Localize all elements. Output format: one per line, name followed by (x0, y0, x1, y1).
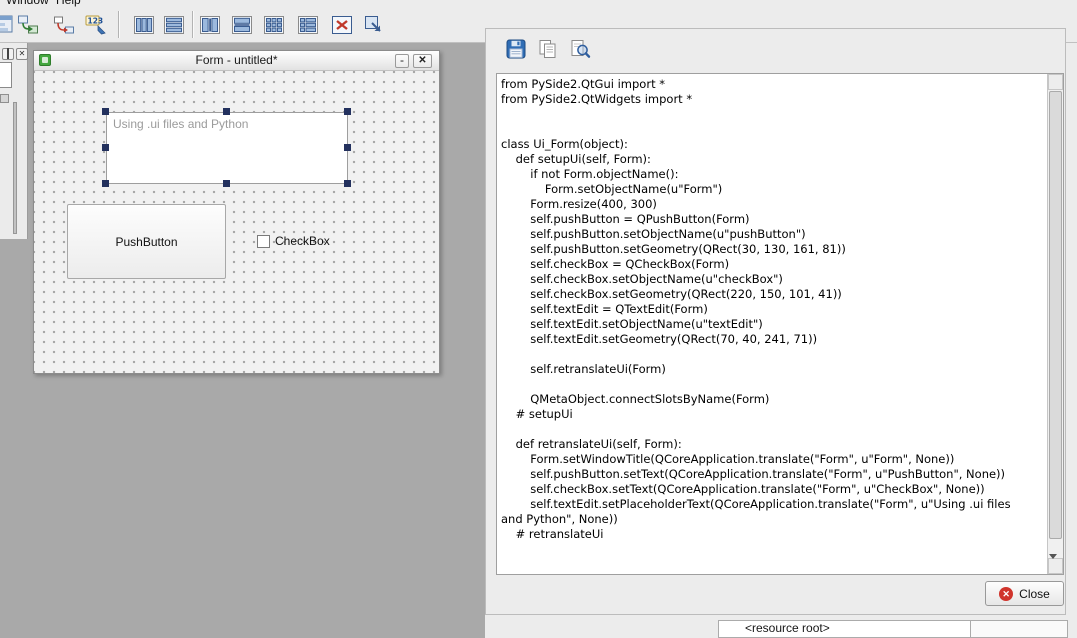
selection-handle-top-middle[interactable] (223, 108, 230, 115)
code-line: self.textEdit.setObjectName(u"textEdit") (501, 317, 1047, 332)
widget-box-panel: ✕ (0, 43, 28, 239)
code-line (501, 347, 1047, 362)
code-line: self.checkBox = QCheckBox(Form) (501, 257, 1047, 272)
splitter-vertical-icon[interactable] (230, 13, 254, 37)
scroll-up-button[interactable] (1048, 74, 1063, 90)
close-button[interactable]: ✕ Close (985, 581, 1064, 606)
selection-handle-top-right[interactable] (344, 108, 351, 115)
widgetbox-scrollbar[interactable] (13, 102, 17, 234)
code-line: self.checkBox.setObjectName(u"checkBox") (501, 272, 1047, 287)
code-line: self.pushButton = QPushButton(Form) (501, 212, 1047, 227)
checkbox-label: CheckBox (275, 234, 330, 248)
form-window-titlebar[interactable]: Form - untitled* - ✕ (34, 51, 439, 71)
minimize-button[interactable]: - (395, 54, 409, 68)
pushbutton-widget[interactable]: PushButton (67, 204, 226, 279)
code-line: from PySide2.QtWidgets import * (501, 92, 1047, 107)
layout-form-icon[interactable] (296, 13, 320, 37)
code-view: from PySide2.QtGui import *from PySide2.… (496, 73, 1064, 575)
qt-designer-screen: Window Help 123 (0, 0, 1077, 638)
code-line: self.textEdit.setPlaceholderText(QCoreAp… (501, 497, 1047, 512)
code-area[interactable]: from PySide2.QtGui import *from PySide2.… (497, 74, 1047, 574)
close-button-label: Close (1019, 587, 1050, 601)
code-scrollbar[interactable] (1047, 74, 1063, 574)
adjust-size-icon[interactable] (362, 13, 386, 37)
code-line (501, 107, 1047, 122)
selection-handle-top-left[interactable] (102, 108, 109, 115)
resource-root-item[interactable]: <resource root> (718, 620, 971, 638)
close-icon: ✕ (999, 587, 1013, 601)
code-line: self.textEdit.setGeometry(QRect(70, 40, … (501, 332, 1047, 347)
form-canvas[interactable]: Using .ui files and Python PushButton Ch… (34, 71, 439, 373)
resource-browser-column[interactable] (971, 620, 1068, 638)
code-line: self.checkBox.setText(QCoreApplication.t… (501, 482, 1047, 497)
code-line: self.pushButton.setObjectName(u"pushButt… (501, 227, 1047, 242)
code-line (501, 377, 1047, 392)
code-line: Form.setWindowTitle(QCoreApplication.tra… (501, 452, 1047, 467)
code-line: and Python", None)) (501, 512, 1047, 527)
code-line: self.textEdit = QTextEdit(Form) (501, 302, 1047, 317)
code-line (501, 422, 1047, 437)
float-icon (7, 48, 9, 59)
form-editor-window: Form - untitled* - ✕ Using .ui files and… (33, 50, 440, 374)
code-line: QMetaObject.connectSlotsByName(Form) (501, 392, 1047, 407)
code-line: self.retranslateUi(Form) (501, 362, 1047, 377)
edit-buddies-icon[interactable] (52, 13, 76, 37)
layout-grid-icon[interactable] (262, 13, 286, 37)
arrow-down-icon (1049, 554, 1057, 576)
selection-handle-bottom-right[interactable] (344, 180, 351, 187)
edit-widgets-icon[interactable] (0, 13, 15, 37)
menu-window[interactable]: Window (6, 0, 49, 7)
toolbar-separator (192, 11, 194, 38)
edit-signals-slots-icon[interactable] (16, 13, 40, 37)
selection-handle-middle-right[interactable] (344, 144, 351, 151)
widget-category-icon (0, 94, 9, 103)
textedit-placeholder: Using .ui files and Python (107, 113, 347, 135)
widget-filter-input[interactable] (0, 62, 12, 88)
copy-icon[interactable] (537, 38, 559, 60)
menubar: Window Help (0, 0, 1077, 7)
code-line: def retranslateUi(self, Form): (501, 437, 1047, 452)
code-line: if not Form.objectName(): (501, 167, 1047, 182)
selection-handle-middle-left[interactable] (102, 144, 109, 151)
code-line: class Ui_Form(object): (501, 137, 1047, 152)
code-line (501, 122, 1047, 137)
code-line: self.checkBox.setGeometry(QRect(220, 150… (501, 287, 1047, 302)
selection-handle-bottom-middle[interactable] (223, 180, 230, 187)
code-line: # retranslateUi (501, 527, 1047, 542)
code-line: from PySide2.QtGui import * (501, 77, 1047, 92)
save-icon[interactable] (505, 38, 527, 60)
edit-tab-order-icon[interactable]: 123 (84, 13, 108, 37)
menu-help[interactable]: Help (56, 0, 81, 7)
code-line: # setupUi (501, 407, 1047, 422)
scrollbar-thumb[interactable] (1049, 91, 1062, 539)
find-icon[interactable] (569, 38, 591, 60)
layout-horizontal-icon[interactable] (132, 13, 156, 37)
checkbox-indicator[interactable] (257, 235, 270, 248)
code-line: self.pushButton.setText(QCoreApplication… (501, 467, 1047, 482)
dock-float-button[interactable] (2, 48, 14, 60)
form-icon (39, 54, 51, 66)
resource-browser: <resource root> (718, 620, 1068, 638)
checkbox-widget[interactable]: CheckBox (257, 234, 330, 248)
textedit-widget[interactable]: Using .ui files and Python (106, 112, 348, 184)
code-line: Form.resize(400, 300) (501, 197, 1047, 212)
toolbar-separator (118, 11, 120, 38)
code-line: Form.setObjectName(u"Form") (501, 182, 1047, 197)
splitter-horizontal-icon[interactable] (198, 13, 222, 37)
code-preview-dialog: from PySide2.QtGui import *from PySide2.… (485, 28, 1066, 615)
form-window-title: Form - untitled* (34, 51, 439, 70)
close-window-button[interactable]: ✕ (413, 54, 432, 68)
scroll-down-button[interactable] (1048, 558, 1063, 574)
code-line: self.pushButton.setGeometry(QRect(30, 13… (501, 242, 1047, 257)
svg-text:123: 123 (88, 17, 104, 26)
break-layout-icon[interactable] (330, 13, 354, 37)
selection-handle-bottom-left[interactable] (102, 180, 109, 187)
code-line: def setupUi(self, Form): (501, 152, 1047, 167)
layout-vertical-icon[interactable] (162, 13, 186, 37)
dock-close-button[interactable]: ✕ (16, 48, 28, 60)
